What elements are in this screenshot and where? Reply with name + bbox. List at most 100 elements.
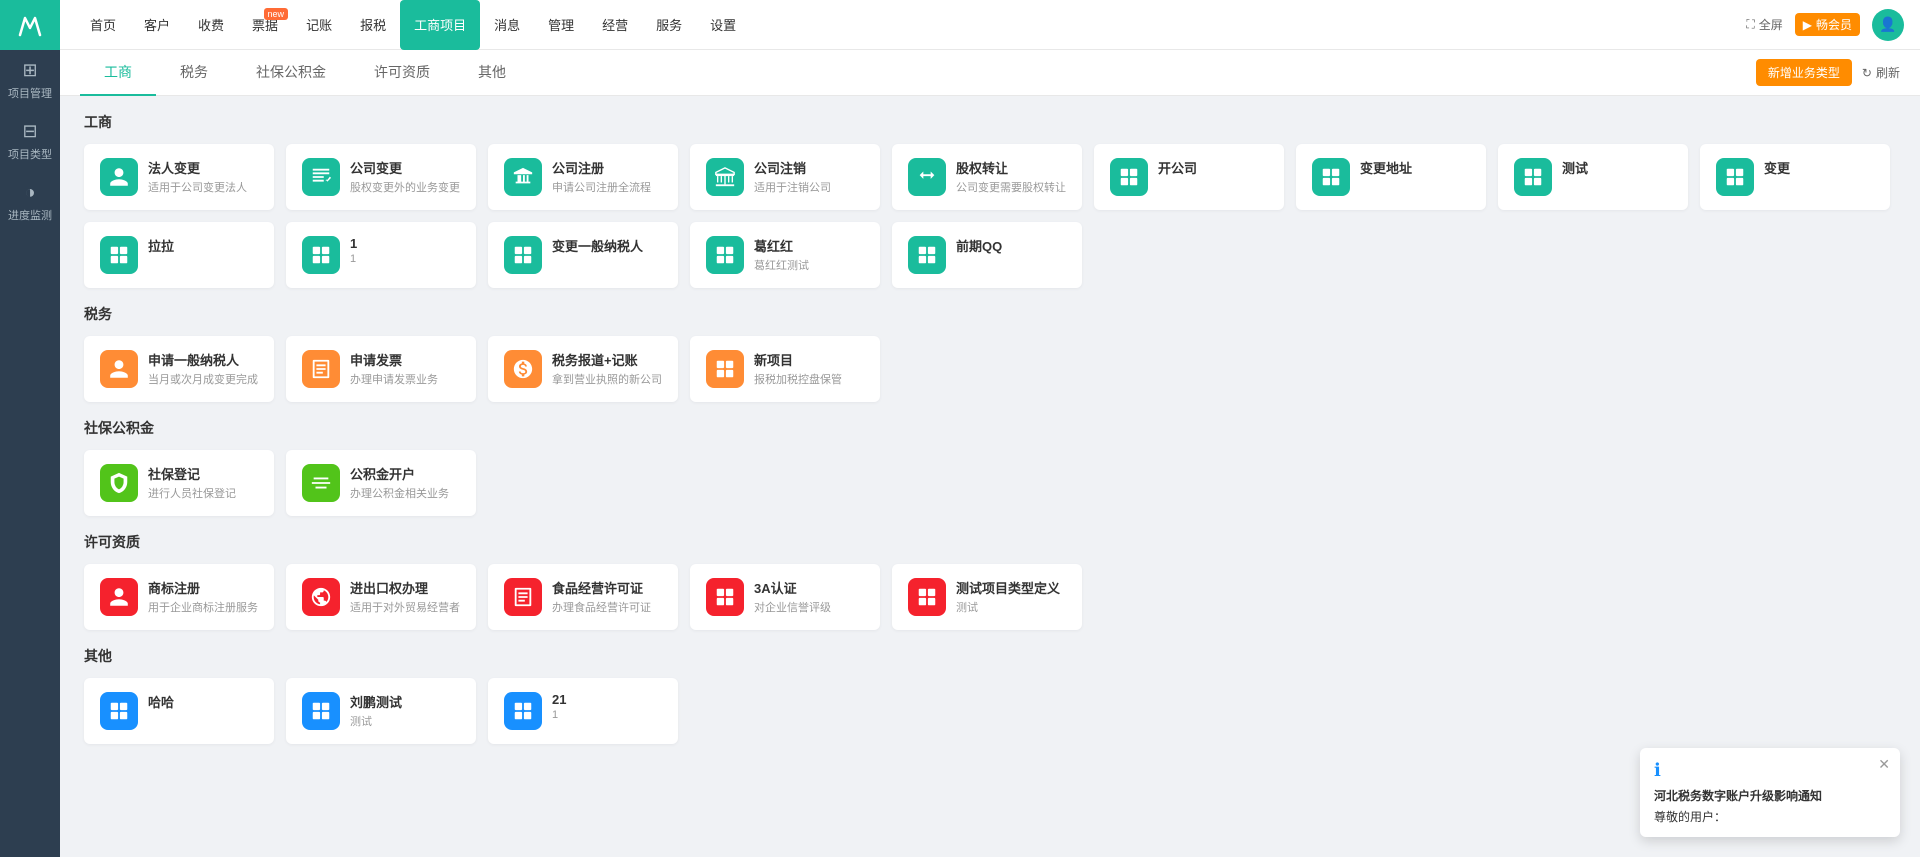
card-tax-report-accounting[interactable]: 税务报道+记账 拿到营业执照的新公司 — [488, 336, 678, 402]
sidebar-item-progress[interactable]: ◑ 进度监测 — [0, 172, 60, 233]
card-icon-fund-open — [302, 464, 340, 502]
card-company-cancel[interactable]: 公司注销 适用于注销公司 — [690, 144, 880, 210]
card-info-3a-cert: 3A认证 对企业信誉评级 — [754, 578, 864, 615]
card-info-import-export: 进出口权办理 适用于对外贸易经营者 — [350, 578, 460, 615]
progress-icon: ◑ — [25, 182, 36, 203]
card-info-apply-taxpayer: 申请一般纳税人 当月或次月成变更完成 — [148, 350, 258, 387]
card-info-social-register: 社保登记 进行人员社保登记 — [148, 464, 258, 501]
card-icon-apply-taxpayer — [100, 350, 138, 388]
card-test-project-type[interactable]: 测试项目类型定义 测试 — [892, 564, 1082, 630]
tab-tax[interactable]: 税务 — [156, 50, 232, 96]
card-equity-transfer[interactable]: 股权转让 公司变更需要股权转让 — [892, 144, 1082, 210]
main-area: 首页 客户 收费 票据 new 记账 报税 工商项目 消息 — [60, 0, 1920, 857]
section-title-industry: 工商 — [84, 112, 1896, 132]
card-info-company-register: 公司注册 申请公司注册全流程 — [552, 158, 662, 195]
notification-close-button[interactable]: ✕ — [1878, 756, 1890, 773]
card-icon-one — [302, 236, 340, 274]
card-ge-hong-hong[interactable]: 葛红红 葛红红测试 — [690, 222, 880, 288]
avatar[interactable]: 👤 — [1872, 9, 1904, 41]
card-info-company-change: 公司变更 股权变更外的业务变更 — [350, 158, 460, 195]
card-social-register[interactable]: 社保登记 进行人员社保登记 — [84, 450, 274, 516]
card-icon-change1 — [1716, 158, 1754, 196]
play-icon: ▶ — [1803, 18, 1812, 32]
card-lala[interactable]: 拉拉 — [84, 222, 274, 288]
nav-accounting[interactable]: 记账 — [292, 0, 346, 50]
project-mgmt-icon: ⊞ — [22, 60, 37, 81]
card-icon-3a-cert — [706, 578, 744, 616]
card-icon-legal-change — [100, 158, 138, 196]
header-right: ⛶ 全屏 ▶ 畅会员 👤 — [1746, 9, 1904, 41]
notification-title: 河北税务数字账户升级影响通知 — [1654, 787, 1886, 804]
card-apply-invoice[interactable]: 申请发票 办理申请发票业务 — [286, 336, 476, 402]
card-fund-open[interactable]: 公积金开户 办理公积金相关业务 — [286, 450, 476, 516]
sidebar-item-project-type[interactable]: ⊟ 项目类型 — [0, 111, 60, 172]
nav-message[interactable]: 消息 — [480, 0, 534, 50]
refresh-icon: ↻ — [1862, 66, 1872, 80]
nav-client[interactable]: 客户 — [130, 0, 184, 50]
nav-operation[interactable]: 经营 — [588, 0, 642, 50]
card-info-equity-transfer: 股权转让 公司变更需要股权转让 — [956, 158, 1066, 195]
card-info-test1: 测试 — [1562, 158, 1672, 179]
tax-cards: 申请一般纳税人 当月或次月成变更完成 申请发票 办理申请发票业务 — [84, 336, 1896, 402]
nav-settings[interactable]: 设置 — [696, 0, 750, 50]
nav-tickets[interactable]: 票据 new — [238, 0, 292, 50]
nav-service[interactable]: 服务 — [642, 0, 696, 50]
card-3a-cert[interactable]: 3A认证 对企业信誉评级 — [690, 564, 880, 630]
content-area: 工商 税务 社保公积金 许可资质 其他 新增业务类型 — [60, 50, 1920, 857]
app-logo[interactable] — [0, 0, 60, 50]
card-twenty-one[interactable]: 21 1 — [488, 678, 678, 744]
card-icon-twenty-one — [504, 692, 542, 730]
card-icon-company-change — [302, 158, 340, 196]
nav-tax[interactable]: 报税 — [346, 0, 400, 50]
card-food-license[interactable]: 食品经营许可证 办理食品经营许可证 — [488, 564, 678, 630]
card-haha[interactable]: 哈哈 — [84, 678, 274, 744]
page-content: 工商 法人变更 适用于公司变更法人 — [60, 96, 1920, 857]
license-cards: 商标注册 用于企业商标注册服务 进出口权办理 适用于对外贸易经营者 — [84, 564, 1896, 630]
card-icon-test-project-type — [908, 578, 946, 616]
card-info-apply-invoice: 申请发票 办理申请发票业务 — [350, 350, 460, 387]
card-legal-change[interactable]: 法人变更 适用于公司变更法人 — [84, 144, 274, 210]
card-one[interactable]: 1 1 — [286, 222, 476, 288]
card-icon-test1 — [1514, 158, 1552, 196]
refresh-button[interactable]: ↻ 刷新 — [1862, 64, 1900, 81]
card-icon-new-project — [706, 350, 744, 388]
card-open-company[interactable]: 开公司 — [1094, 144, 1284, 210]
card-qq-early[interactable]: 前期QQ — [892, 222, 1082, 288]
nav-home[interactable]: 首页 — [76, 0, 130, 50]
card-change-address[interactable]: 变更地址 — [1296, 144, 1486, 210]
card-test1[interactable]: 测试 — [1498, 144, 1688, 210]
card-info-new-project: 新项目 报税加税控盘保管 — [754, 350, 864, 387]
card-icon-change-address — [1312, 158, 1350, 196]
card-info-tax-report-accounting: 税务报道+记账 拿到营业执照的新公司 — [552, 350, 662, 387]
card-info-legal-change: 法人变更 适用于公司变更法人 — [148, 158, 258, 195]
tab-industry[interactable]: 工商 — [80, 50, 156, 96]
social-fund-cards: 社保登记 进行人员社保登记 公积金开户 办理公积金相关业务 — [84, 450, 1896, 516]
card-change-taxpayer[interactable]: 变更一般纳税人 — [488, 222, 678, 288]
card-company-register[interactable]: 公司注册 申请公司注册全流程 — [488, 144, 678, 210]
member-btn[interactable]: ▶ 畅会员 — [1795, 13, 1860, 36]
card-company-change[interactable]: 公司变更 股权变更外的业务变更 — [286, 144, 476, 210]
card-info-change1: 变更 — [1764, 158, 1874, 179]
tab-social-fund[interactable]: 社保公积金 — [232, 50, 350, 96]
card-icon-lala — [100, 236, 138, 274]
sidebar-item-project-mgmt[interactable]: ⊞ 项目管理 — [0, 50, 60, 111]
card-change1[interactable]: 变更 — [1700, 144, 1890, 210]
nav-billing[interactable]: 收费 — [184, 0, 238, 50]
new-type-button[interactable]: 新增业务类型 — [1756, 59, 1852, 86]
nav-management[interactable]: 管理 — [534, 0, 588, 50]
card-import-export[interactable]: 进出口权办理 适用于对外贸易经营者 — [286, 564, 476, 630]
card-icon-equity-transfer — [908, 158, 946, 196]
card-liu-peng-test[interactable]: 刘鹏测试 测试 — [286, 678, 476, 744]
nav-industry[interactable]: 工商项目 — [400, 0, 480, 50]
card-trademark[interactable]: 商标注册 用于企业商标注册服务 — [84, 564, 274, 630]
sidebar: ⊞ 项目管理 ⊟ 项目类型 ◑ 进度监测 — [0, 0, 60, 857]
tab-other[interactable]: 其他 — [454, 50, 530, 96]
fullscreen-btn[interactable]: ⛶ 全屏 — [1746, 16, 1782, 33]
card-icon-ge-hong-hong — [706, 236, 744, 274]
card-icon-import-export — [302, 578, 340, 616]
card-icon-open-company — [1110, 158, 1148, 196]
card-new-project[interactable]: 新项目 报税加税控盘保管 — [690, 336, 880, 402]
tab-license[interactable]: 许可资质 — [350, 50, 454, 96]
card-apply-taxpayer[interactable]: 申请一般纳税人 当月或次月成变更完成 — [84, 336, 274, 402]
card-info-qq-early: 前期QQ — [956, 236, 1066, 257]
